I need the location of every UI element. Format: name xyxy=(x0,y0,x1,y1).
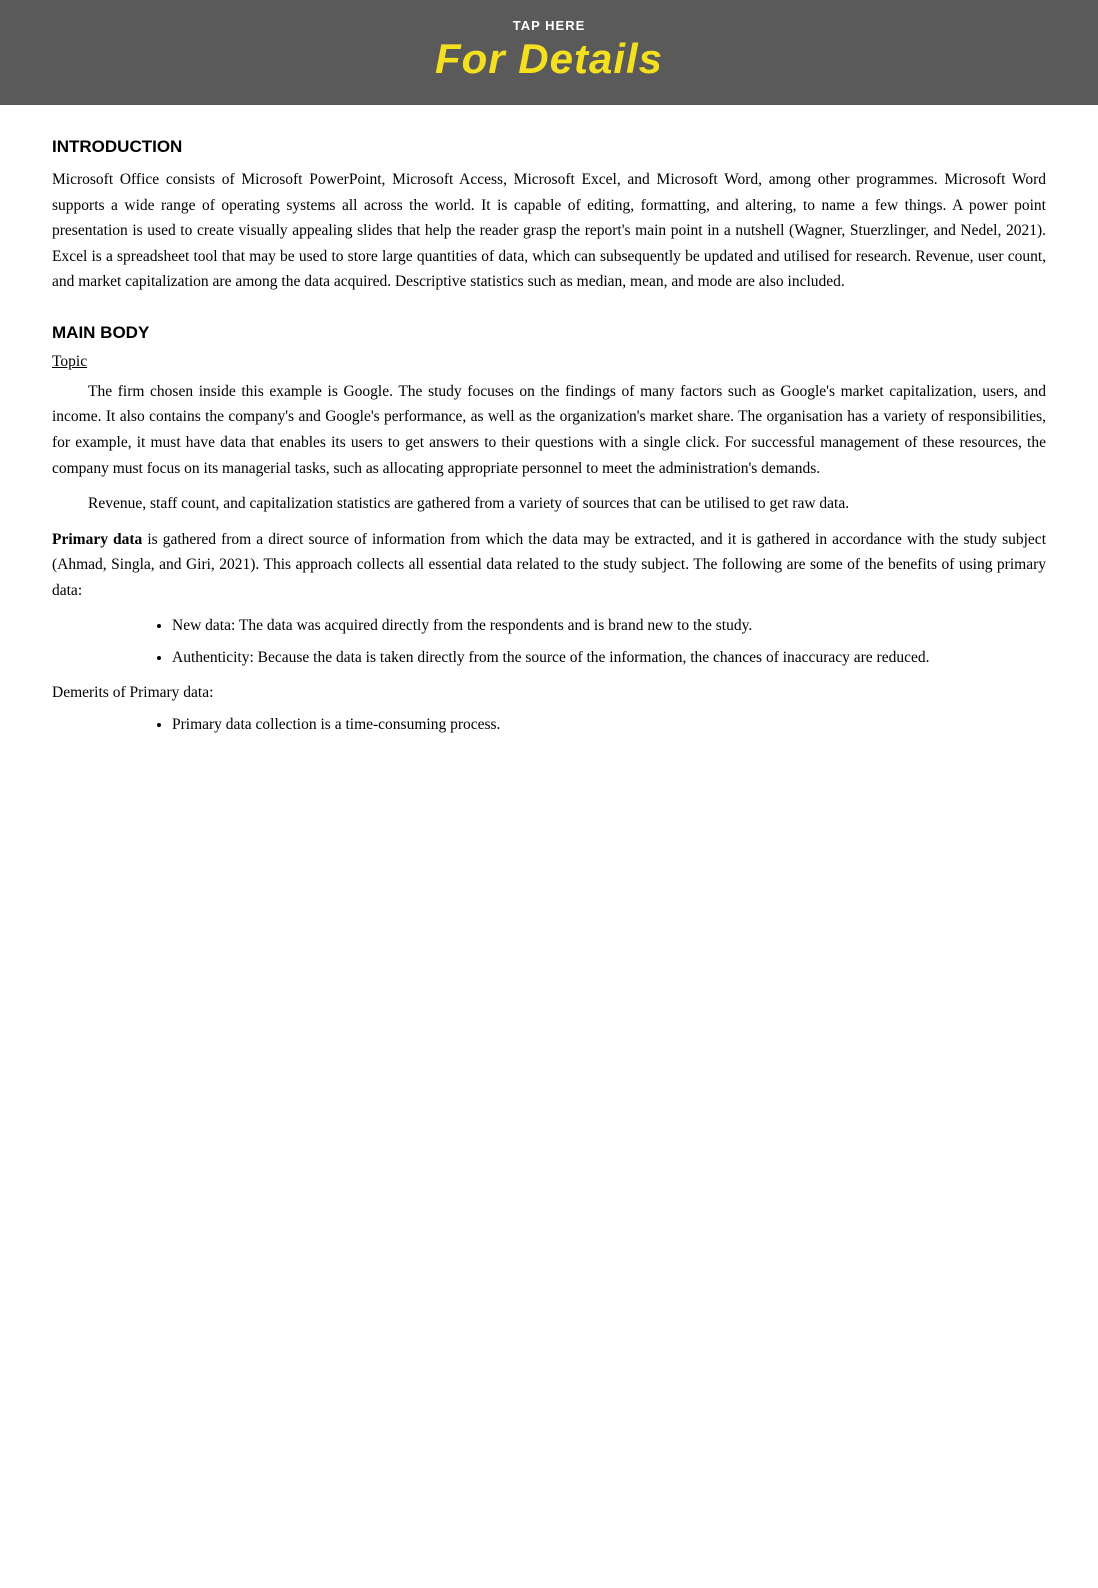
introduction-section: INTRODUCTION Microsoft Office consists o… xyxy=(52,137,1046,295)
main-body-paragraph1: The firm chosen inside this example is G… xyxy=(52,379,1046,481)
introduction-heading: INTRODUCTION xyxy=(52,137,1046,157)
document-content: INTRODUCTION Microsoft Office consists o… xyxy=(0,105,1098,788)
demerits-label: Demerits of Primary data: xyxy=(52,680,1046,706)
list-item-text: New data: The data was acquired directly… xyxy=(172,617,752,634)
main-body-section: MAIN BODY Topic The firm chosen inside t… xyxy=(52,323,1046,738)
tap-here-text: TAP HERE xyxy=(20,18,1078,33)
topic-label: Topic xyxy=(52,353,1046,371)
primary-data-paragraph: Primary data is gathered from a direct s… xyxy=(52,527,1046,604)
list-item-text: Authenticity: Because the data is taken … xyxy=(172,649,929,666)
list-item: New data: The data was acquired directly… xyxy=(172,613,994,639)
for-details-text: For Details xyxy=(20,35,1078,83)
main-body-paragraph2: Revenue, staff count, and capitalization… xyxy=(52,491,1046,517)
list-item: Primary data collection is a time-consum… xyxy=(172,712,994,738)
list-item-text: Primary data collection is a time-consum… xyxy=(172,716,500,733)
primary-data-benefits-list: New data: The data was acquired directly… xyxy=(172,613,994,670)
list-item: Authenticity: Because the data is taken … xyxy=(172,645,994,671)
primary-data-paragraph-rest: is gathered from a direct source of info… xyxy=(52,531,1046,599)
primary-data-bold-label: Primary data xyxy=(52,531,142,548)
main-body-heading: MAIN BODY xyxy=(52,323,1046,343)
banner[interactable]: TAP HERE For Details xyxy=(0,0,1098,105)
introduction-paragraph: Microsoft Office consists of Microsoft P… xyxy=(52,167,1046,295)
demerits-list: Primary data collection is a time-consum… xyxy=(172,712,994,738)
